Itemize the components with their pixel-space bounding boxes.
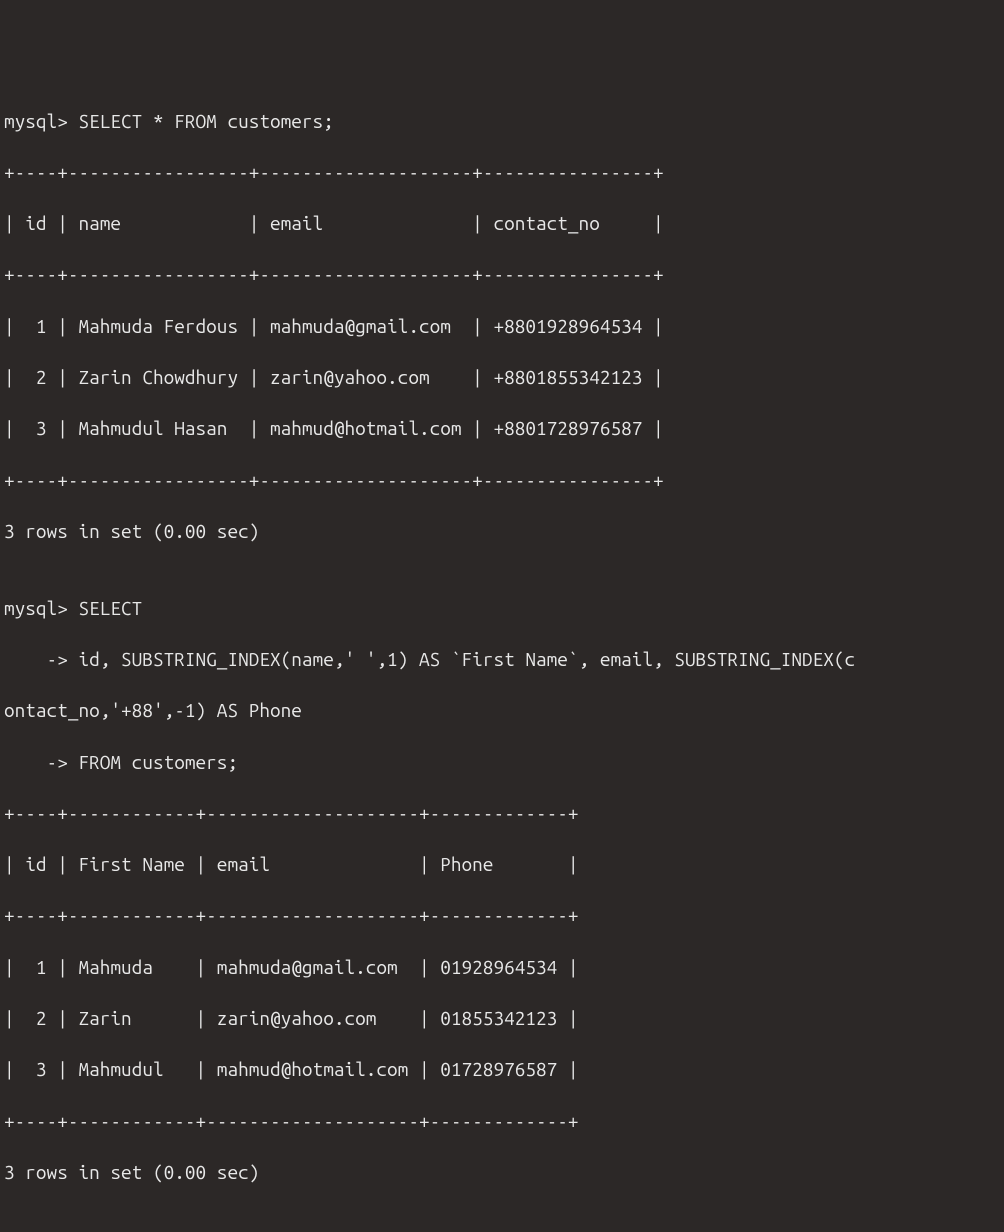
- sql-prompt-line: mysql> SELECT: [4, 596, 1000, 622]
- result-summary: 3 rows in set (0.00 sec): [4, 519, 1000, 545]
- table-border: +----+-----------------+----------------…: [4, 160, 1000, 186]
- table-row: | 1 | Mahmuda Ferdous | mahmuda@gmail.co…: [4, 314, 1000, 340]
- table-border: +----+------------+--------------------+…: [4, 801, 1000, 827]
- table-border: +----+------------+--------------------+…: [4, 903, 1000, 929]
- table-row: | 2 | Zarin | zarin@yahoo.com | 01855342…: [4, 1006, 1000, 1032]
- table-row: | 1 | Mahmuda | mahmuda@gmail.com | 0192…: [4, 955, 1000, 981]
- table-border: +----+-----------------+----------------…: [4, 468, 1000, 494]
- table-border: +----+------------+--------------------+…: [4, 1109, 1000, 1135]
- result-summary: 3 rows in set (0.00 sec): [4, 1160, 1000, 1186]
- table-row: | 3 | Mahmudul Hasan | mahmud@hotmail.co…: [4, 416, 1000, 442]
- table-border: +----+-----------------+----------------…: [4, 262, 1000, 288]
- table-header-row: | id | name | email | contact_no |: [4, 211, 1000, 237]
- table-row: | 3 | Mahmudul | mahmud@hotmail.com | 01…: [4, 1057, 1000, 1083]
- sql-continuation-line: -> id, SUBSTRING_INDEX(name,' ',1) AS `F…: [4, 647, 1000, 673]
- sql-prompt-line: mysql> SELECT * FROM customers;: [4, 109, 1000, 135]
- sql-continuation-line: -> FROM customers;: [4, 750, 1000, 776]
- sql-continuation-line: ontact_no,'+88',-1) AS Phone: [4, 698, 1000, 724]
- table-header-row: | id | First Name | email | Phone |: [4, 852, 1000, 878]
- table-row: | 2 | Zarin Chowdhury | zarin@yahoo.com …: [4, 365, 1000, 391]
